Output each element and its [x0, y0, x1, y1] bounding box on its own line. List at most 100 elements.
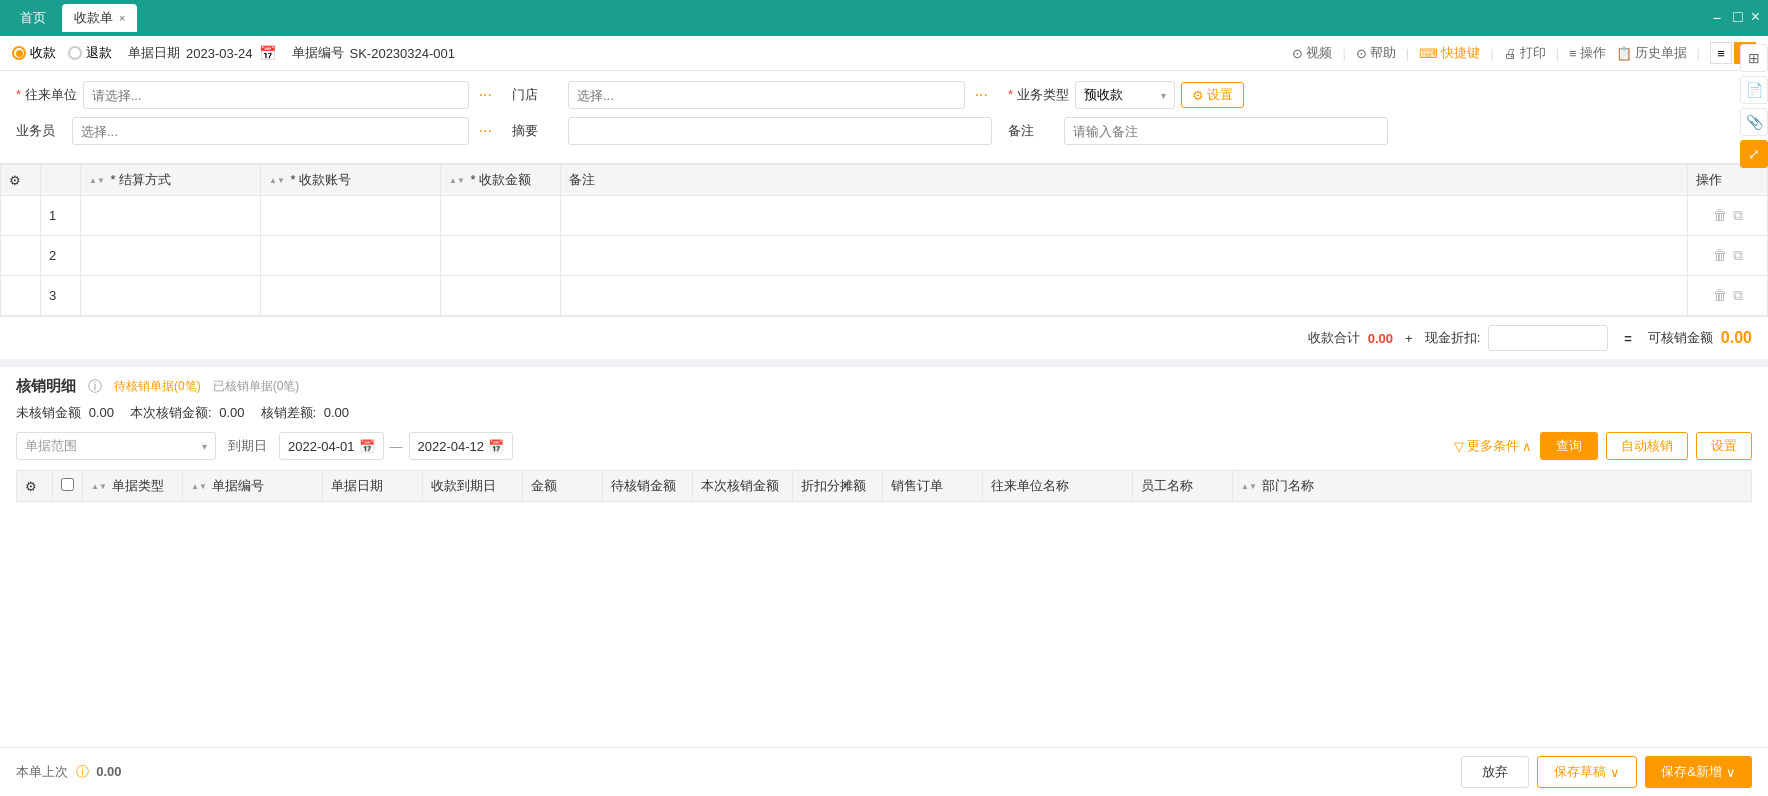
delete-icon-2[interactable]: 🗑 — [1713, 247, 1727, 264]
business-type-select[interactable]: 预收款 ▾ — [1075, 81, 1175, 109]
abandon-button[interactable]: 放弃 — [1461, 756, 1529, 788]
remark-label: 备注 — [1008, 122, 1058, 140]
sidebar-expand-icon[interactable]: ⤢ — [1740, 140, 1768, 168]
store-input[interactable] — [568, 81, 965, 109]
refund-label: 退款 — [86, 44, 112, 62]
date-range: 2022-04-01 📅 — 2022-04-12 📅 — [279, 432, 513, 460]
window-controls: － □ × — [1709, 8, 1760, 29]
td-amount-2[interactable] — [441, 236, 561, 276]
td-settle-2[interactable] — [81, 236, 261, 276]
sidebar-clip-icon[interactable]: 📎 — [1740, 108, 1768, 136]
delete-icon-3[interactable]: 🗑 — [1713, 287, 1727, 304]
copy-icon-2[interactable]: ⧉ — [1733, 247, 1743, 264]
table-row: 1 🗑 ⧉ — [1, 196, 1768, 236]
plus-sign: + — [1405, 331, 1413, 346]
chevron-up-icon: ∧ — [1522, 439, 1532, 454]
right-sidebar: ⊞ 📄 📎 ⤢ — [1736, 36, 1768, 176]
done-tab[interactable]: 已核销单据(0笔) — [213, 378, 300, 395]
filter-row: 单据范围 ▾ 到期日 2022-04-01 📅 — 2022-04-12 📅 ▽… — [16, 432, 1752, 460]
save-button[interactable]: 保存&新增 ∨ — [1645, 756, 1752, 788]
ops-btn[interactable]: ≡ 操作 — [1569, 44, 1606, 62]
pending-tab[interactable]: 待核销单据(0笔) — [114, 378, 201, 395]
tab-close-icon[interactable]: × — [119, 12, 125, 24]
receipt-table: ⚙ ▲▼ * 结算方式 ▲▼ * 收款账号 ▲▼ * — [0, 164, 1768, 316]
date-to-input[interactable]: 2022-04-12 📅 — [409, 432, 514, 460]
writeoff-stats: 未核销金额 0.00 本次核销金额: 0.00 核销差额: 0.00 — [16, 404, 1752, 422]
auto-writeoff-button[interactable]: 自动核销 — [1606, 432, 1688, 460]
remark-field: 备注 — [1008, 117, 1388, 145]
td-settle-1[interactable] — [81, 196, 261, 236]
th-gear[interactable]: ⚙ — [1, 165, 41, 196]
view-list-btn[interactable]: ≡ — [1710, 42, 1732, 64]
net-label: 可核销金额 — [1648, 329, 1713, 347]
sidebar-table-icon[interactable]: ⊞ — [1740, 44, 1768, 72]
info-icon[interactable]: ⓘ — [88, 378, 102, 396]
setting-button[interactable]: ⚙ 设置 — [1181, 82, 1244, 108]
td-account-2[interactable] — [261, 236, 441, 276]
remark-input[interactable] — [1064, 117, 1388, 145]
td-amount-1[interactable] — [441, 196, 561, 236]
td-gear-1 — [1, 196, 41, 236]
toolbar-row: 收款 退款 单据日期 2023-03-24 📅 单据编号 SK-20230324… — [0, 36, 1768, 71]
writeoff-section: 核销明细 ⓘ 待核销单据(0笔) 已核销单据(0笔) 未核销金额 0.00 本次… — [0, 359, 1768, 512]
store-more-btn[interactable]: ··· — [971, 86, 992, 104]
td-note-1[interactable] — [561, 196, 1688, 236]
th-note: 备注 — [561, 165, 1688, 196]
tab-current[interactable]: 收款单 × — [62, 4, 137, 32]
td-note-2[interactable] — [561, 236, 1688, 276]
sidebar-doc-icon[interactable]: 📄 — [1740, 76, 1768, 104]
maximize-icon[interactable]: □ — [1733, 8, 1743, 29]
discount-input[interactable] — [1488, 325, 1608, 351]
range-select[interactable]: 单据范围 ▾ — [16, 432, 216, 460]
salesperson-input[interactable] — [72, 117, 469, 145]
calendar-from-icon: 📅 — [359, 439, 375, 454]
footer-info-icon[interactable]: ⓘ — [76, 764, 89, 779]
minimize-icon[interactable]: － — [1709, 8, 1725, 29]
counterpart-input[interactable] — [83, 81, 469, 109]
select-all-checkbox[interactable] — [61, 478, 74, 491]
summary-input[interactable] — [568, 117, 992, 145]
range-select-placeholder: 单据范围 — [25, 437, 198, 455]
th-bottom-gear[interactable]: ⚙ — [17, 471, 53, 502]
td-account-1[interactable] — [261, 196, 441, 236]
receipt-label: 收款 — [30, 44, 56, 62]
salesperson-more-btn[interactable]: ··· — [475, 122, 496, 140]
writeoff-title: 核销明细 — [16, 377, 76, 396]
print-btn[interactable]: 🖨 打印 — [1504, 44, 1546, 62]
td-note-3[interactable] — [561, 276, 1688, 316]
query-button[interactable]: 查询 — [1540, 432, 1598, 460]
video-btn[interactable]: ⊙ 视频 — [1292, 44, 1332, 62]
date-from-input[interactable]: 2022-04-01 📅 — [279, 432, 384, 460]
counterpart-more-btn[interactable]: ··· — [475, 86, 496, 104]
th-date: 单据日期 — [323, 471, 423, 502]
store-field: 门店 ··· — [512, 81, 992, 109]
footer-info: 本单上次 ⓘ 0.00 — [16, 763, 122, 781]
history-btn[interactable]: 📋 历史单据 — [1616, 44, 1687, 62]
th-due: 收款到期日 — [423, 471, 523, 502]
calendar-icon[interactable]: 📅 — [259, 45, 276, 61]
copy-icon-1[interactable]: ⧉ — [1733, 207, 1743, 224]
help-btn[interactable]: ⊙ 帮助 — [1356, 44, 1396, 62]
number-field: 单据编号 SK-20230324-001 — [292, 44, 456, 62]
draft-chevron-icon: ∨ — [1610, 765, 1620, 780]
delete-icon-1[interactable]: 🗑 — [1713, 207, 1727, 224]
writeoff-setting-button[interactable]: 设置 — [1696, 432, 1752, 460]
td-account-3[interactable] — [261, 276, 441, 316]
draft-button[interactable]: 保存草稿 ∨ — [1537, 756, 1637, 788]
th-amount: 金额 — [523, 471, 603, 502]
more-conditions-btn[interactable]: ▽ 更多条件 ∧ — [1454, 432, 1532, 460]
td-settle-3[interactable] — [81, 276, 261, 316]
td-amount-3[interactable] — [441, 276, 561, 316]
help-icon: ⊙ — [1356, 46, 1367, 61]
unverified-stat: 未核销金额 0.00 — [16, 404, 114, 422]
th-amount: ▲▼ * 收款金额 — [441, 165, 561, 196]
shortcut-btn[interactable]: ⌨ 快捷键 — [1419, 44, 1480, 62]
th-account: ▲▼ * 收款账号 — [261, 165, 441, 196]
receipt-radio[interactable]: 收款 — [12, 44, 56, 62]
refund-radio[interactable]: 退款 — [68, 44, 112, 62]
tab-home[interactable]: 首页 — [8, 4, 58, 32]
th-dept: ▲▼ 部门名称 — [1233, 471, 1752, 502]
th-checkbox[interactable] — [53, 471, 83, 502]
window-close-icon[interactable]: × — [1751, 8, 1760, 29]
copy-icon-3[interactable]: ⧉ — [1733, 287, 1743, 304]
